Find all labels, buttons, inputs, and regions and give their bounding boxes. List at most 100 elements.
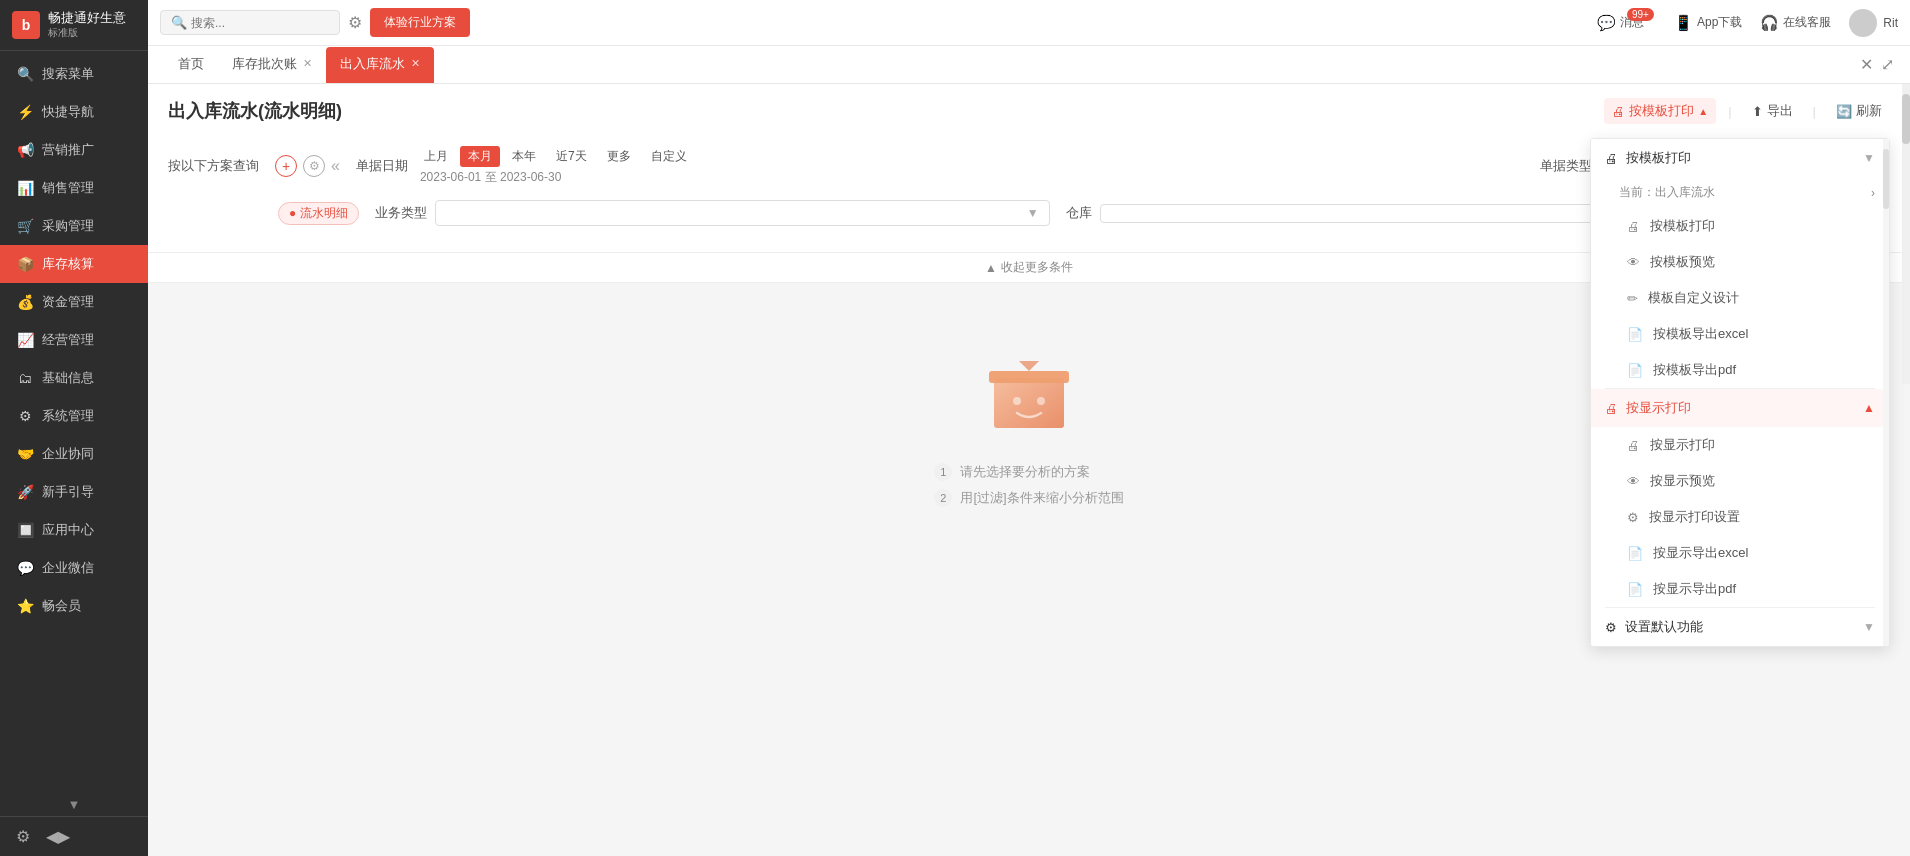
sidebar-item-vip[interactable]: ⭐ 畅会员 (0, 587, 148, 625)
pdf-icon: 📄 (1627, 582, 1643, 597)
guide-icon: 🚀 (16, 484, 34, 500)
display-export-excel-item[interactable]: 📄 按显示导出excel (1591, 535, 1889, 571)
sidebar-item-basic[interactable]: 🗂 基础信息 (0, 359, 148, 397)
tab-batch-close[interactable]: ✕ (303, 57, 312, 70)
date-tab-7days[interactable]: 近7天 (548, 146, 595, 167)
sidebar-item-label: 销售管理 (42, 179, 94, 197)
sidebar-item-label: 基础信息 (42, 369, 94, 387)
template-export-excel-item[interactable]: 📄 按模板导出excel (1591, 316, 1889, 352)
system-icon: ⚙ (16, 408, 34, 424)
display-print-item[interactable]: 🖨 按显示打印 (1591, 427, 1889, 463)
sidebar-item-label: 应用中心 (42, 521, 94, 539)
tab-flow-close[interactable]: ✕ (411, 57, 420, 70)
tab-expand[interactable]: ⤢ (1881, 55, 1894, 74)
print-icon: 🖨 (1612, 104, 1625, 119)
search-icon: 🔍 (16, 66, 34, 82)
filter-actions: + ⚙ « (275, 155, 340, 177)
date-tab-custom[interactable]: 自定义 (643, 146, 695, 167)
template-preview-label: 按模板预览 (1650, 253, 1715, 271)
gear-icon[interactable]: ⚙ (348, 13, 362, 32)
export-btn[interactable]: ⬆ 导出 (1744, 98, 1801, 124)
sidebar-item-search[interactable]: 🔍 搜索菜单 (0, 55, 148, 93)
sidebar-item-sales[interactable]: 📊 销售管理 (0, 169, 148, 207)
online-service-btn[interactable]: 🎧 在线客服 (1760, 14, 1831, 32)
chevron-right-icon: › (1871, 186, 1875, 200)
filter-add-btn[interactable]: + (275, 155, 297, 177)
chevron-up-icon: ▲ (1698, 106, 1708, 117)
sidebar-item-enterprise[interactable]: 🤝 企业协同 (0, 435, 148, 473)
display-preview-item[interactable]: 👁 按显示预览 (1591, 463, 1889, 499)
search-input[interactable] (191, 16, 311, 30)
sidebar: b 畅捷通好生意 标准版 🔍 搜索菜单 ⚡ 快捷导航 📢 营销推广 📊 销售管理… (0, 0, 148, 856)
template-design-item[interactable]: ✏ 模板自定义设计 (1591, 280, 1889, 316)
template-export-pdf-item[interactable]: 📄 按模板导出pdf (1591, 352, 1889, 388)
date-filter-field: 单据日期 上月 本月 本年 近7天 更多 自定义 2023-06-01 至 20… (356, 146, 1524, 186)
main-scrollbar[interactable] (1902, 84, 1910, 384)
tab-home-label: 首页 (178, 55, 204, 73)
sidebar-item-operations[interactable]: 📈 经营管理 (0, 321, 148, 359)
sidebar-item-finance[interactable]: 💰 资金管理 (0, 283, 148, 321)
svg-point-2 (1013, 397, 1021, 405)
sidebar-item-purchase[interactable]: 🛒 采购管理 (0, 207, 148, 245)
operations-icon: 📈 (16, 332, 34, 348)
sidebar-item-quick[interactable]: ⚡ 快捷导航 (0, 93, 148, 131)
template-preview-item[interactable]: 👁 按模板预览 (1591, 244, 1889, 280)
sidebar-item-label: 畅会员 (42, 597, 81, 615)
display-print-header[interactable]: 🖨 按显示打印 ▲ (1591, 389, 1889, 427)
print-template-btn[interactable]: 🖨 按模板打印 ▲ (1604, 98, 1716, 124)
default-icon: ⚙ (1605, 620, 1617, 635)
tab-batch[interactable]: 库存批次账 ✕ (218, 47, 326, 83)
chevron-down-icon: ▼ (1863, 620, 1875, 634)
step2-label: 用[过滤]条件来缩小分析范围 (960, 489, 1123, 507)
sidebar-scroll-down[interactable]: ▼ (0, 793, 148, 816)
date-tab-last-month[interactable]: 上月 (416, 146, 456, 167)
message-badge[interactable]: 💬 消息 99+ (1597, 14, 1644, 32)
app-download-label: App下载 (1697, 14, 1742, 31)
filter-setting-btn[interactable]: ⚙ (303, 155, 325, 177)
sidebar-item-label: 系统管理 (42, 407, 94, 425)
date-tab-more[interactable]: 更多 (599, 146, 639, 167)
set-default-header[interactable]: ⚙ 设置默认功能 ▼ (1591, 608, 1889, 646)
wechat-icon: 💬 (16, 560, 34, 576)
business-filter: 业务类型 ▼ (375, 200, 1049, 226)
settings-icon[interactable]: ⚙ (16, 827, 30, 846)
collapse-sidebar-icon[interactable]: ◀▶ (46, 827, 70, 846)
svg-rect-1 (989, 371, 1069, 383)
business-select[interactable]: ▼ (435, 200, 1049, 226)
display-print-label: 按显示打印 (1650, 436, 1715, 454)
sidebar-item-guide[interactable]: 🚀 新手引导 (0, 473, 148, 511)
chevron-down-icon: ▼ (1863, 151, 1875, 165)
sidebar-item-inventory[interactable]: 📦 库存核算 (0, 245, 148, 283)
display-export-pdf-label: 按显示导出pdf (1653, 580, 1736, 598)
panel-scrollbar[interactable] (1883, 139, 1889, 646)
print-icon: 🖨 (1605, 151, 1618, 166)
sidebar-item-system[interactable]: ⚙ 系统管理 (0, 397, 148, 435)
topbar-right: 💬 消息 99+ 📱 App下载 🎧 在线客服 Rit (1597, 9, 1898, 37)
enterprise-icon: 🤝 (16, 446, 34, 462)
display-print-settings-item[interactable]: ⚙ 按显示打印设置 (1591, 499, 1889, 535)
tab-flow[interactable]: 出入库流水 ✕ (326, 47, 434, 83)
template-print-header[interactable]: 🖨 按模板打印 ▼ (1591, 139, 1889, 177)
topbar-search-box[interactable]: 🔍 (160, 10, 340, 35)
user-avatar[interactable] (1849, 9, 1877, 37)
sidebar-item-wechat[interactable]: 💬 企业微信 (0, 549, 148, 587)
sidebar-item-apps[interactable]: 🔲 应用中心 (0, 511, 148, 549)
date-tabs: 上月 本月 本年 近7天 更多 自定义 (416, 146, 695, 167)
type-label: 单据类型 (1540, 157, 1592, 175)
tab-home[interactable]: 首页 (164, 47, 218, 83)
filter-collapse-btn[interactable]: « (331, 157, 340, 175)
tab-close-all[interactable]: ✕ (1860, 55, 1873, 74)
empty-steps: 1 请先选择要分析的方案 2 用[过滤]条件来缩小分析范围 (934, 463, 1123, 507)
date-tab-this-year[interactable]: 本年 (504, 146, 544, 167)
display-export-pdf-item[interactable]: 📄 按显示导出pdf (1591, 571, 1889, 607)
date-label: 单据日期 (356, 157, 408, 175)
current-template-item[interactable]: 当前：出入库流水 › (1591, 177, 1889, 208)
refresh-btn[interactable]: 🔄 刷新 (1828, 98, 1890, 124)
template-print-item[interactable]: 🖨 按模板打印 (1591, 208, 1889, 244)
filter-tag[interactable]: ● 流水明细 (278, 202, 359, 225)
sidebar-item-marketing[interactable]: 📢 营销推广 (0, 131, 148, 169)
industry-btn[interactable]: 体验行业方案 (370, 8, 470, 37)
app-download-btn[interactable]: 📱 App下载 (1674, 14, 1742, 32)
date-tab-this-month[interactable]: 本月 (460, 146, 500, 167)
sidebar-item-label: 经营管理 (42, 331, 94, 349)
